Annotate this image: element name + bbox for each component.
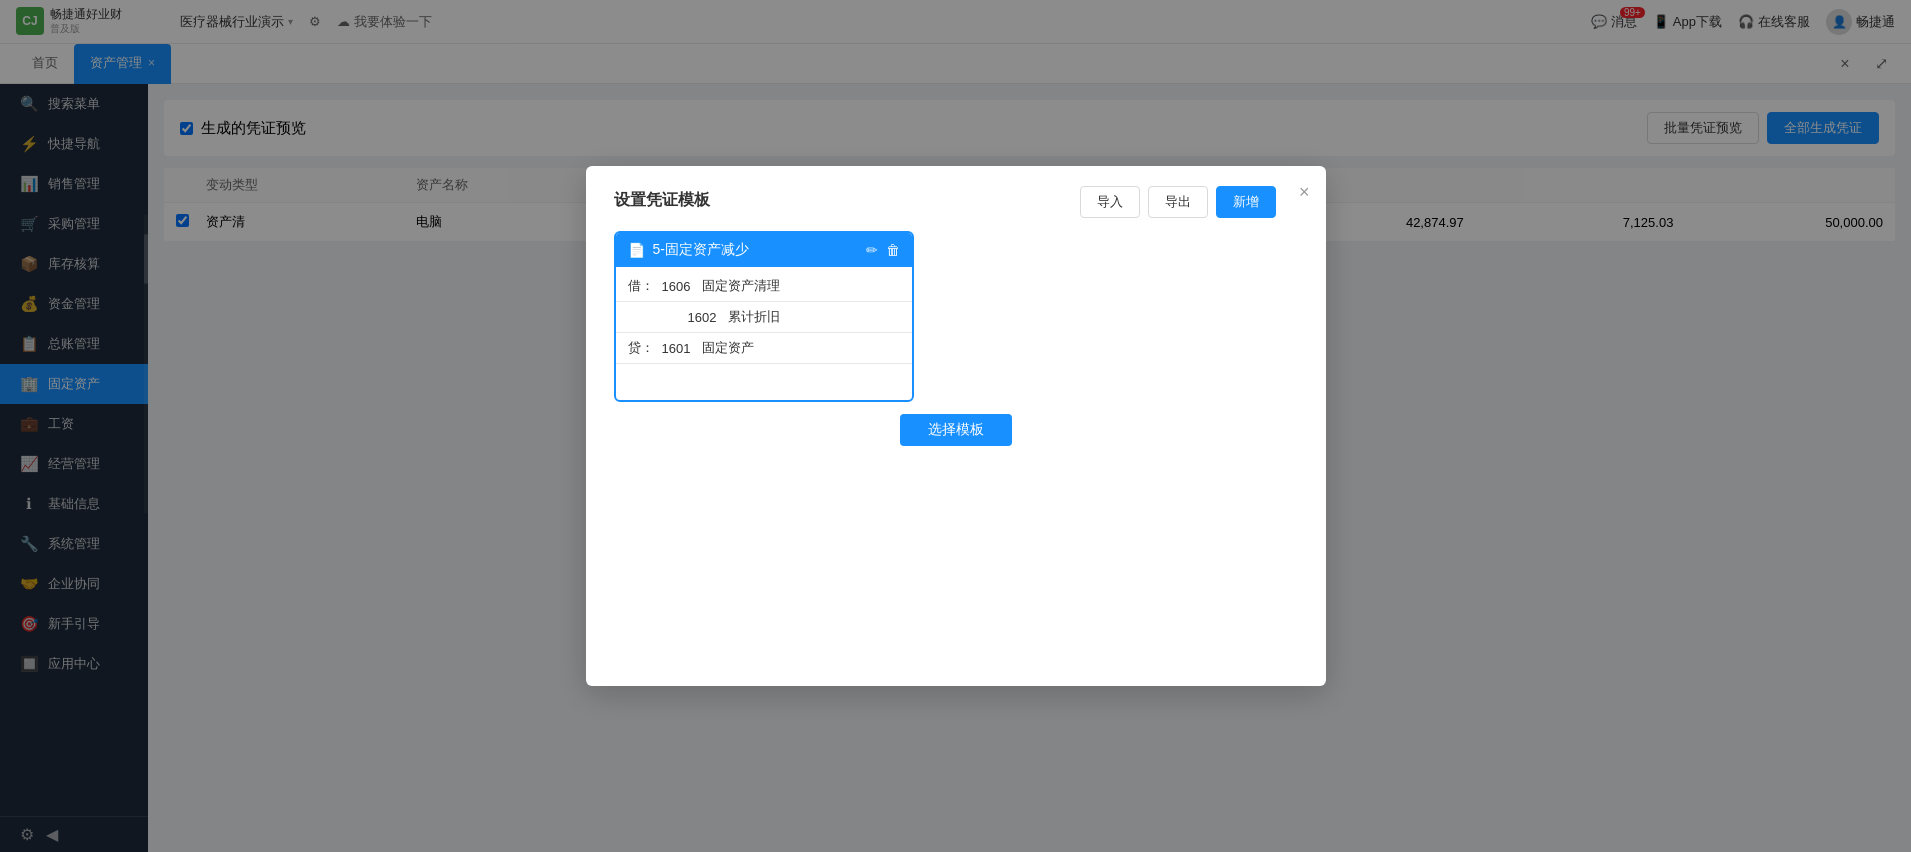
account-code-2: 1602 <box>688 310 728 325</box>
import-button[interactable]: 导入 <box>1080 186 1140 218</box>
modal-overlay[interactable]: 设置凭证模板 × 导入 导出 新增 📄 5-固定资产减少 ✏ 🗑 借： <box>0 0 1911 852</box>
template-card: 📄 5-固定资产减少 ✏ 🗑 借： 1606 固定资产清理 1602 累计折旧 <box>614 231 914 402</box>
new-template-button[interactable]: 新增 <box>1216 186 1276 218</box>
account-name-2: 累计折旧 <box>728 308 780 326</box>
delete-template-icon[interactable]: 🗑 <box>886 242 900 258</box>
modal-close-button[interactable]: × <box>1299 182 1310 203</box>
account-name-3: 固定资产 <box>702 339 754 357</box>
template-entry-1: 借： 1606 固定资产清理 <box>616 271 912 302</box>
edit-template-icon[interactable]: ✏ <box>866 242 878 258</box>
template-doc-icon: 📄 <box>628 242 645 258</box>
template-entry-3: 贷： 1601 固定资产 <box>616 333 912 364</box>
template-entry-4 <box>616 364 912 396</box>
direction-label-3: 贷： <box>628 339 658 357</box>
account-code-3: 1601 <box>662 341 702 356</box>
template-card-header: 📄 5-固定资产减少 ✏ 🗑 <box>616 233 912 267</box>
select-template-button[interactable]: 选择模板 <box>900 414 1012 446</box>
template-entry-2: 1602 累计折旧 <box>616 302 912 333</box>
template-name: 5-固定资产减少 <box>653 241 749 259</box>
account-name-1: 固定资产清理 <box>702 277 780 295</box>
export-button[interactable]: 导出 <box>1148 186 1208 218</box>
direction-label-1: 借： <box>628 277 658 295</box>
modal-toolbar: 导入 导出 新增 <box>1080 186 1276 218</box>
template-header-actions: ✏ 🗑 <box>866 242 900 258</box>
voucher-template-modal: 设置凭证模板 × 导入 导出 新增 📄 5-固定资产减少 ✏ 🗑 借： <box>586 166 1326 686</box>
template-card-body: 借： 1606 固定资产清理 1602 累计折旧 贷： 1601 固定资产 <box>616 267 912 400</box>
account-code-1: 1606 <box>662 279 702 294</box>
template-footer: 选择模板 <box>614 402 1298 458</box>
